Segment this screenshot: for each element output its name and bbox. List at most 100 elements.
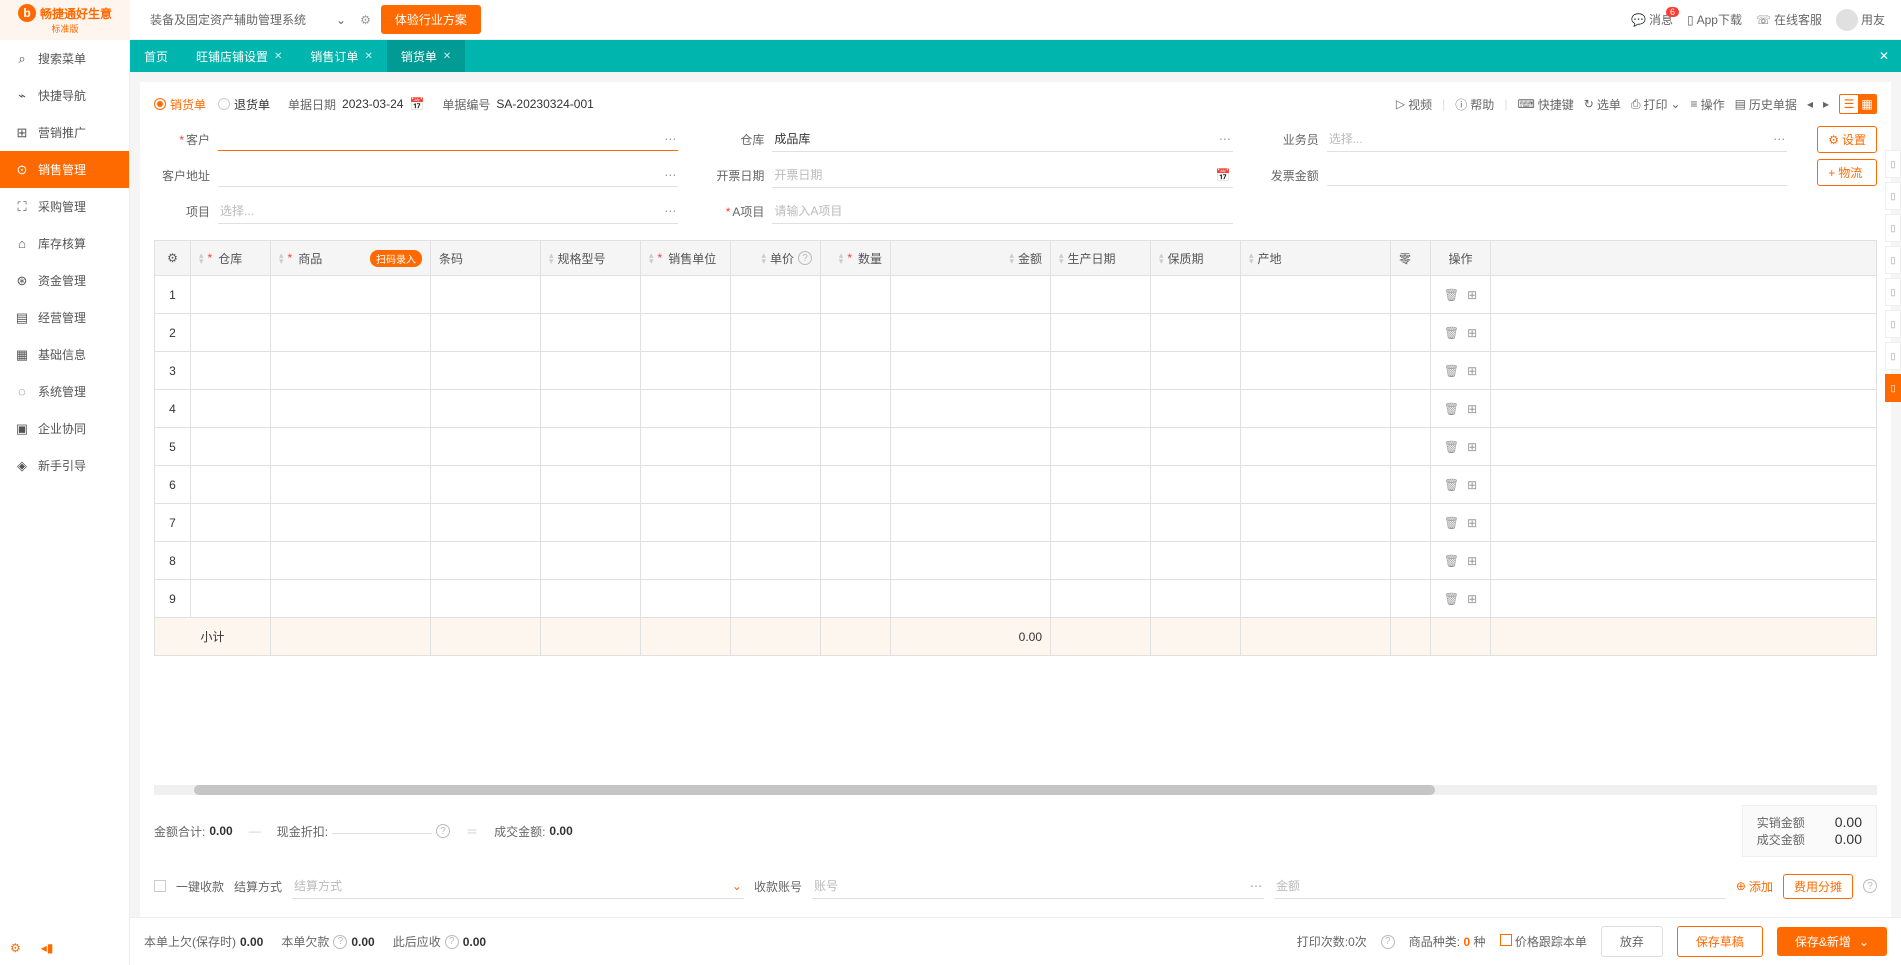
close-icon[interactable]: ✕	[274, 51, 282, 62]
add-payment-button[interactable]: ⊕添加	[1736, 878, 1773, 895]
layout-list[interactable]: ☰	[1840, 95, 1858, 113]
delete-icon[interactable]: 🗑	[1444, 554, 1459, 568]
messages-button[interactable]: 💬消息 6	[1631, 11, 1673, 28]
tab-sales-order[interactable]: 销售订单✕	[296, 40, 386, 72]
cell-origin[interactable]	[1241, 542, 1391, 579]
cell-shelf[interactable]	[1151, 504, 1241, 541]
cell-date[interactable]	[1051, 390, 1151, 427]
cell-spec[interactable]	[541, 428, 641, 465]
col-origin[interactable]: ▴▾产地	[1241, 241, 1391, 275]
delete-icon[interactable]: 🗑	[1444, 592, 1459, 606]
cell-amount[interactable]	[891, 314, 1051, 351]
address-input[interactable]: ⋯	[218, 164, 678, 187]
copy-icon[interactable]: ⊞	[1467, 440, 1477, 454]
col-qty[interactable]: ▴▾*数量	[821, 241, 891, 275]
cell-spec[interactable]	[541, 314, 641, 351]
radio-return[interactable]: 退货单	[218, 96, 270, 113]
sidebar-item-inventory[interactable]: ⌂库存核算	[0, 225, 129, 262]
next-button[interactable]: ▸	[1823, 97, 1829, 111]
col-shelf[interactable]: ▴▾保质期	[1151, 241, 1241, 275]
copy-icon[interactable]: ⊞	[1467, 516, 1477, 530]
cell-shelf[interactable]	[1151, 314, 1241, 351]
table-row[interactable]: 3 🗑⊞	[155, 351, 1876, 389]
col-prod-date[interactable]: ▴▾生产日期	[1051, 241, 1151, 275]
cell-spec[interactable]	[541, 276, 641, 313]
cell-origin[interactable]	[1241, 390, 1391, 427]
method-input[interactable]: 结算方式⌄	[292, 873, 744, 899]
rail-item-6[interactable]: ▯	[1885, 310, 1901, 338]
cell-spec[interactable]	[541, 504, 641, 541]
calendar-icon[interactable]: 📅	[409, 97, 424, 111]
cell-origin[interactable]	[1241, 428, 1391, 465]
col-spec[interactable]: ▴▾规格型号	[541, 241, 641, 275]
col-warehouse[interactable]: ▴▾*仓库	[191, 241, 271, 275]
cell-warehouse[interactable]	[191, 542, 271, 579]
cell-warehouse[interactable]	[191, 504, 271, 541]
salesman-input[interactable]: 选择...⋯	[1327, 126, 1787, 152]
discard-button[interactable]: 放弃	[1601, 926, 1663, 957]
cell-unit[interactable]	[641, 504, 731, 541]
tab-sales-invoice[interactable]: 销货单✕	[387, 40, 465, 72]
print-button[interactable]: ⎙打印⌄	[1631, 96, 1681, 113]
cell-amount[interactable]	[891, 390, 1051, 427]
discount-input[interactable]	[332, 829, 432, 834]
cell-warehouse[interactable]	[191, 352, 271, 389]
help-icon[interactable]: ?	[333, 935, 347, 949]
help-icon[interactable]: ?	[1381, 935, 1395, 949]
tab-shop-settings[interactable]: 旺铺店铺设置✕	[182, 40, 296, 72]
cell-price[interactable]	[731, 580, 821, 617]
track-price[interactable]: 价格跟踪本单	[1500, 933, 1587, 950]
app-download-button[interactable]: ▯App下载	[1687, 11, 1742, 28]
cell-date[interactable]	[1051, 314, 1151, 351]
rail-item-2[interactable]: ▯	[1885, 182, 1901, 210]
cell-qty[interactable]	[821, 542, 891, 579]
a-project-input[interactable]: 请输入A项目	[772, 198, 1232, 224]
save-draft-button[interactable]: 保存草稿	[1677, 926, 1763, 957]
table-row[interactable]: 1 🗑⊞	[155, 275, 1876, 313]
col-barcode[interactable]: 条码	[431, 241, 541, 275]
table-row[interactable]: 8 🗑⊞	[155, 541, 1876, 579]
cell-amount[interactable]	[891, 466, 1051, 503]
sidebar-item-finance[interactable]: ⊛资金管理	[0, 262, 129, 299]
rail-item-7[interactable]: ▯	[1885, 342, 1901, 370]
radio-sale[interactable]: 销货单	[154, 96, 206, 113]
col-price[interactable]: ▴▾单价?	[731, 241, 821, 275]
cell-barcode[interactable]	[431, 466, 541, 503]
cell-date[interactable]	[1051, 542, 1151, 579]
cell-amount[interactable]	[891, 580, 1051, 617]
col-zero[interactable]: 零	[1391, 241, 1431, 275]
cell-unit[interactable]	[641, 542, 731, 579]
close-icon[interactable]: ✕	[443, 51, 451, 62]
experience-button[interactable]: 体验行业方案	[381, 5, 481, 34]
cell-qty[interactable]	[821, 428, 891, 465]
action-button[interactable]: ≡操作	[1691, 96, 1725, 113]
cell-product[interactable]	[271, 390, 431, 427]
cell-amount[interactable]	[891, 428, 1051, 465]
customer-input[interactable]: ⋯	[218, 128, 678, 151]
sidebar-item-search[interactable]: ⌕搜索菜单	[0, 40, 129, 77]
cell-zero[interactable]	[1391, 542, 1431, 579]
copy-icon[interactable]: ⊞	[1467, 554, 1477, 568]
video-button[interactable]: ▷视频	[1396, 96, 1432, 113]
cell-date[interactable]	[1051, 276, 1151, 313]
more-icon[interactable]: ⋯	[1250, 879, 1262, 893]
cell-unit[interactable]	[641, 314, 731, 351]
cell-product[interactable]	[271, 466, 431, 503]
cell-price[interactable]	[731, 504, 821, 541]
cell-shelf[interactable]	[1151, 352, 1241, 389]
col-unit[interactable]: ▴▾*销售单位	[641, 241, 731, 275]
invoice-date-input[interactable]: 开票日期📅	[772, 162, 1232, 188]
cell-shelf[interactable]	[1151, 390, 1241, 427]
cell-barcode[interactable]	[431, 352, 541, 389]
copy-icon[interactable]: ⊞	[1467, 402, 1477, 416]
onekey-checkbox[interactable]	[154, 880, 166, 892]
cell-zero[interactable]	[1391, 580, 1431, 617]
cell-warehouse[interactable]	[191, 390, 271, 427]
layout-grid[interactable]: ▦	[1858, 95, 1876, 113]
col-amount[interactable]: ▴▾金额	[891, 241, 1051, 275]
cell-unit[interactable]	[641, 352, 731, 389]
cell-date[interactable]	[1051, 466, 1151, 503]
cell-barcode[interactable]	[431, 504, 541, 541]
cell-unit[interactable]	[641, 276, 731, 313]
logistics-button[interactable]: +物流	[1817, 159, 1877, 186]
